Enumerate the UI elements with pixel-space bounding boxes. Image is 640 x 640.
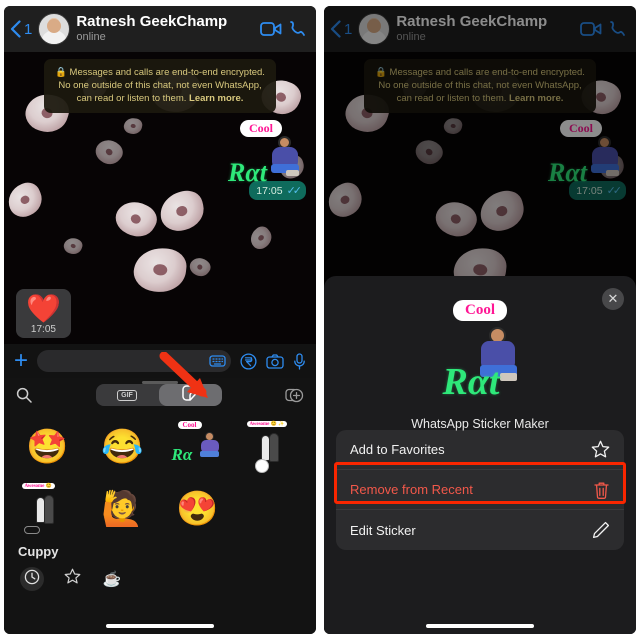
trash-icon [593,481,610,499]
camera-icon[interactable] [266,353,284,369]
sticker-item[interactable]: Cool Rα [160,416,235,478]
sheet-grabber[interactable] [142,381,178,384]
menu-item-edit-sticker[interactable]: Edit Sticker [336,510,624,550]
preview-illustration: Rαt [420,325,540,411]
sticker-item[interactable]: Awesome 😊 ✨ [235,416,310,478]
sticker-caption: Awesome 😊 [21,483,55,489]
tray-tabs-row: GIF [4,378,316,412]
pack-tab-recents[interactable] [20,567,44,591]
menu-item-remove-from-recent[interactable]: Remove from Recent [336,470,624,510]
search-icon[interactable] [16,387,32,403]
message-composer: + [4,344,316,378]
home-indicator [106,624,214,628]
preview-caption: Cool [453,300,507,321]
menu-item-label: Edit Sticker [350,522,416,538]
star-outline-icon [64,568,81,590]
learn-more-link[interactable]: Learn more. [189,93,243,104]
unread-count: 1 [24,20,33,38]
screenshot-stage: 1 Ratnesh GeekChamp online 🔒 Messages an… [0,0,640,640]
sticker-caption: Cool [240,120,282,138]
sticker-action-menu: Add to Favorites Remove from Recent Edit… [336,430,624,550]
chat-messages: 🔒 Messages and calls are end-to-end encr… [4,52,316,344]
tab-sticker[interactable] [158,384,222,406]
person-illustration [199,432,220,460]
phone-right: 1 Ratnesh GeekChamp online 🔒 Messages an… [324,6,636,634]
plus-icon[interactable]: + [14,349,28,373]
sticker-item[interactable]: 🙋 [85,478,160,540]
pack-name: Cuppy [18,544,59,559]
chat-header: 1 Ratnesh GeekChamp online [4,6,316,52]
sticker-grid: 🤩 😂 Cool Rα Awesome 😊 ✨ Awesome 😊 🙋 😍 [4,412,316,540]
sticker-emoji: 🤩 [26,428,69,466]
star-outline-icon [591,440,610,459]
sticker-action-sheet: ✕ Cool Rαt WhatsApp Sticker Maker Add to… [324,276,636,634]
video-call-icon[interactable] [260,21,282,37]
sticker-emoji: 🙋 [101,490,144,528]
message-incoming[interactable]: ❤️ 17:05 [16,289,71,338]
heart-sticker: ❤️ [26,293,61,324]
contact-info[interactable]: Ratnesh GeekChamp online [76,14,254,43]
clock-badge-icon [254,459,269,473]
signature-scribble: Rα [171,445,193,464]
coffee-cup-icon: ☕ [102,571,122,588]
sticker-item[interactable]: 😂 [85,416,160,478]
tag-badge-icon [23,526,40,534]
encryption-notice[interactable]: 🔒 Messages and calls are end-to-end encr… [44,59,276,114]
tray-segmented-control: GIF [95,384,222,406]
sticker-item[interactable]: Awesome 😊 [10,478,85,540]
custom-sticker-awesome-1: Awesome 😊 ✨ [246,419,299,475]
gif-icon: GIF [117,389,137,401]
phone-left: 1 Ratnesh GeekChamp online 🔒 Messages an… [4,6,316,634]
sticker-caption: Cool [177,421,202,429]
rupee-icon[interactable] [240,352,257,370]
sticker-caption: Awesome 😊 ✨ [246,421,288,427]
sticker-emoji: 😍 [176,490,219,528]
sticker-item-empty [235,478,310,540]
contact-name: Ratnesh GeekChamp [76,14,228,31]
pack-tab-favorites[interactable] [60,567,84,591]
microphone-icon[interactable] [293,352,306,370]
sticker-item[interactable]: 😍 [160,478,235,540]
sticker-message[interactable]: Cool Rαt 17:05 ✓✓ [228,119,306,201]
chevron-left-icon [10,20,21,38]
lock-icon: 🔒 [55,67,67,78]
message-time: 17:05 [30,324,56,335]
couple-illustration [35,495,58,525]
back-button[interactable]: 1 [10,20,32,38]
message-input[interactable] [37,350,231,372]
custom-sticker-awesome-2: Awesome 😊 [21,481,74,537]
tab-gif[interactable]: GIF [96,384,159,406]
voice-call-icon[interactable] [288,20,306,38]
signature-scribble: Rαt [228,158,267,188]
pack-tab-cuppy[interactable]: ☕ [100,567,124,591]
home-indicator [426,624,534,628]
clock-icon [24,569,40,590]
menu-item-label: Remove from Recent [350,482,473,497]
sticker-icon [182,384,198,406]
pack-tabs: ☕ [4,559,316,591]
menu-item-label: Add to Favorites [350,442,445,457]
sticker-preview: Cool Rαt WhatsApp Sticker Maker [336,286,624,431]
signature-scribble: Rαt [442,361,500,403]
message-outgoing: Cool Rαt 17:05 ✓✓ [4,113,316,201]
sticker-tray: GIF 🤩 😂 Cool Rα Awesome 😊 ✨ Awesome 😊 🙋 … [4,378,316,634]
avatar[interactable] [38,13,71,45]
sticker-item[interactable]: 🤩 [10,416,85,478]
pencil-icon [592,521,610,539]
contact-status: online [76,31,106,44]
add-sticker-pack-icon[interactable] [285,386,304,405]
sticker-source-label: WhatsApp Sticker Maker [411,417,549,431]
menu-item-add-to-favorites[interactable]: Add to Favorites [336,430,624,470]
custom-sticker-cool: Cool Rα [172,419,224,475]
sticker-emoji: 😂 [101,428,144,466]
keyboard-icon[interactable] [209,355,226,367]
